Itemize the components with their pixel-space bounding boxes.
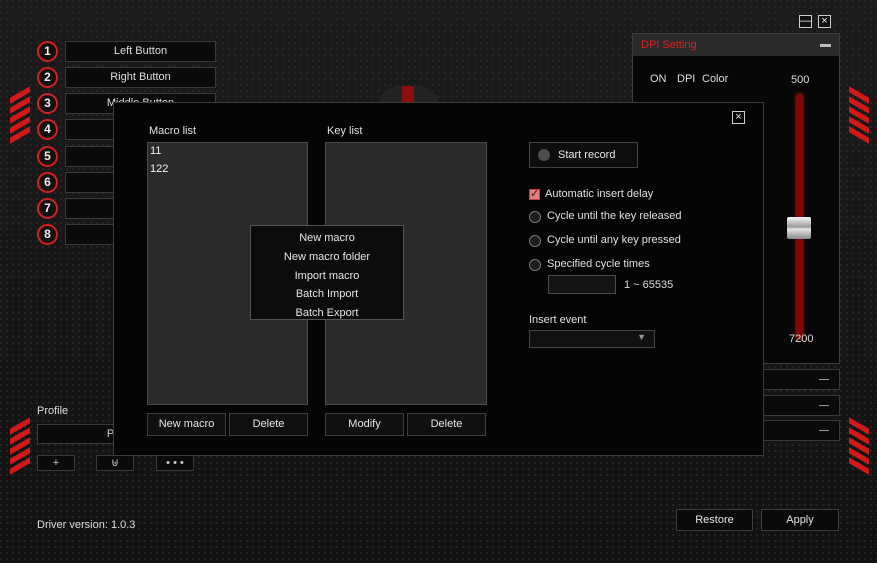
- chevron-down-icon: ▼: [637, 332, 646, 342]
- add-profile-button[interactable]: +: [37, 455, 75, 471]
- dpi-slider-handle[interactable]: [787, 217, 811, 239]
- left-top-stripes: [10, 86, 30, 144]
- macro-list-item[interactable]: 122: [148, 161, 307, 179]
- mouse-driver-app: — × 1 Left Button 2 Right Button 3 Middl…: [0, 0, 877, 563]
- button-number-badge: 7: [37, 198, 58, 219]
- insert-event-label: Insert event: [529, 314, 587, 326]
- button-number-badge: 1: [37, 41, 58, 62]
- side-option-3[interactable]: [762, 420, 840, 441]
- new-macro-button[interactable]: New macro: [147, 413, 226, 436]
- profile-more-button[interactable]: • • •: [156, 455, 194, 471]
- side-option-2[interactable]: [762, 395, 840, 416]
- button-assignment-1[interactable]: Left Button: [65, 41, 216, 62]
- cycle-any-key-radio[interactable]: [529, 235, 541, 247]
- dpi-min-label: 7200: [789, 333, 814, 345]
- macro-list-item[interactable]: 11: [148, 143, 307, 161]
- left-bottom-stripes: [10, 417, 30, 475]
- cycle-times-input[interactable]: [548, 275, 616, 294]
- cycle-any-key-label: Cycle until any key pressed: [547, 234, 681, 246]
- cycle-release-radio[interactable]: [529, 211, 541, 223]
- menu-item-batch-export[interactable]: Batch Export: [251, 304, 403, 323]
- macro-dialog: × Macro list Key list 11 122 New macro N…: [113, 102, 764, 456]
- cycle-range-hint: 1 ~ 65535: [624, 279, 674, 291]
- button-number-badge: 8: [37, 224, 58, 245]
- start-record-button[interactable]: Start record: [529, 142, 638, 168]
- dpi-tab-color[interactable]: Color: [702, 73, 728, 85]
- dpi-panel-header: DPI Setting: [633, 34, 839, 56]
- apply-button[interactable]: Apply: [761, 509, 839, 531]
- menu-item-batch-import[interactable]: Batch Import: [251, 285, 403, 304]
- menu-item-new-macro-folder[interactable]: New macro folder: [251, 248, 403, 267]
- macro-context-menu: New macro New macro folder Import macro …: [250, 225, 404, 320]
- delete-key-button[interactable]: Delete: [407, 413, 486, 436]
- cycle-times-radio[interactable]: [529, 259, 541, 271]
- menu-item-import-macro[interactable]: Import macro: [251, 267, 403, 286]
- dpi-tab-on[interactable]: ON: [650, 73, 667, 85]
- cycle-times-label: Specified cycle times: [547, 258, 650, 270]
- modify-key-button[interactable]: Modify: [325, 413, 404, 436]
- macro-list-label: Macro list: [149, 125, 197, 137]
- insert-event-select[interactable]: ▼: [529, 330, 655, 348]
- auto-delay-label: Automatic insert delay: [545, 188, 654, 200]
- close-button[interactable]: ×: [818, 15, 831, 28]
- profile-device-icon[interactable]: ⊎: [96, 455, 134, 471]
- button-number-badge: 2: [37, 67, 58, 88]
- minimize-button[interactable]: —: [799, 15, 812, 28]
- cycle-release-label: Cycle until the key released: [547, 210, 682, 222]
- right-top-stripes: [849, 86, 869, 144]
- button-number-badge: 6: [37, 172, 58, 193]
- button-number-badge: 4: [37, 119, 58, 140]
- key-list-label: Key list: [327, 125, 363, 137]
- dpi-collapse-icon[interactable]: [820, 44, 831, 47]
- right-bottom-stripes: [849, 417, 869, 475]
- auto-delay-checkbox[interactable]: [529, 187, 540, 200]
- dpi-max-label: 500: [791, 74, 810, 86]
- side-option-1[interactable]: [762, 369, 840, 390]
- button-assignment-2[interactable]: Right Button: [65, 67, 216, 88]
- macro-dialog-close-button[interactable]: ×: [732, 111, 745, 124]
- profile-label: Profile: [37, 405, 69, 417]
- dpi-tab-dpi[interactable]: DPI: [677, 73, 695, 85]
- button-number-badge: 3: [37, 93, 58, 114]
- menu-item-new-macro[interactable]: New macro: [251, 229, 403, 248]
- start-record-label: Start record: [558, 149, 616, 161]
- driver-version: Driver version: 1.0.3: [37, 519, 136, 531]
- delete-macro-button[interactable]: Delete: [229, 413, 308, 436]
- restore-button[interactable]: Restore: [676, 509, 753, 531]
- button-number-badge: 5: [37, 146, 58, 167]
- dpi-panel-title: DPI Setting: [641, 39, 697, 51]
- record-icon: [538, 149, 550, 161]
